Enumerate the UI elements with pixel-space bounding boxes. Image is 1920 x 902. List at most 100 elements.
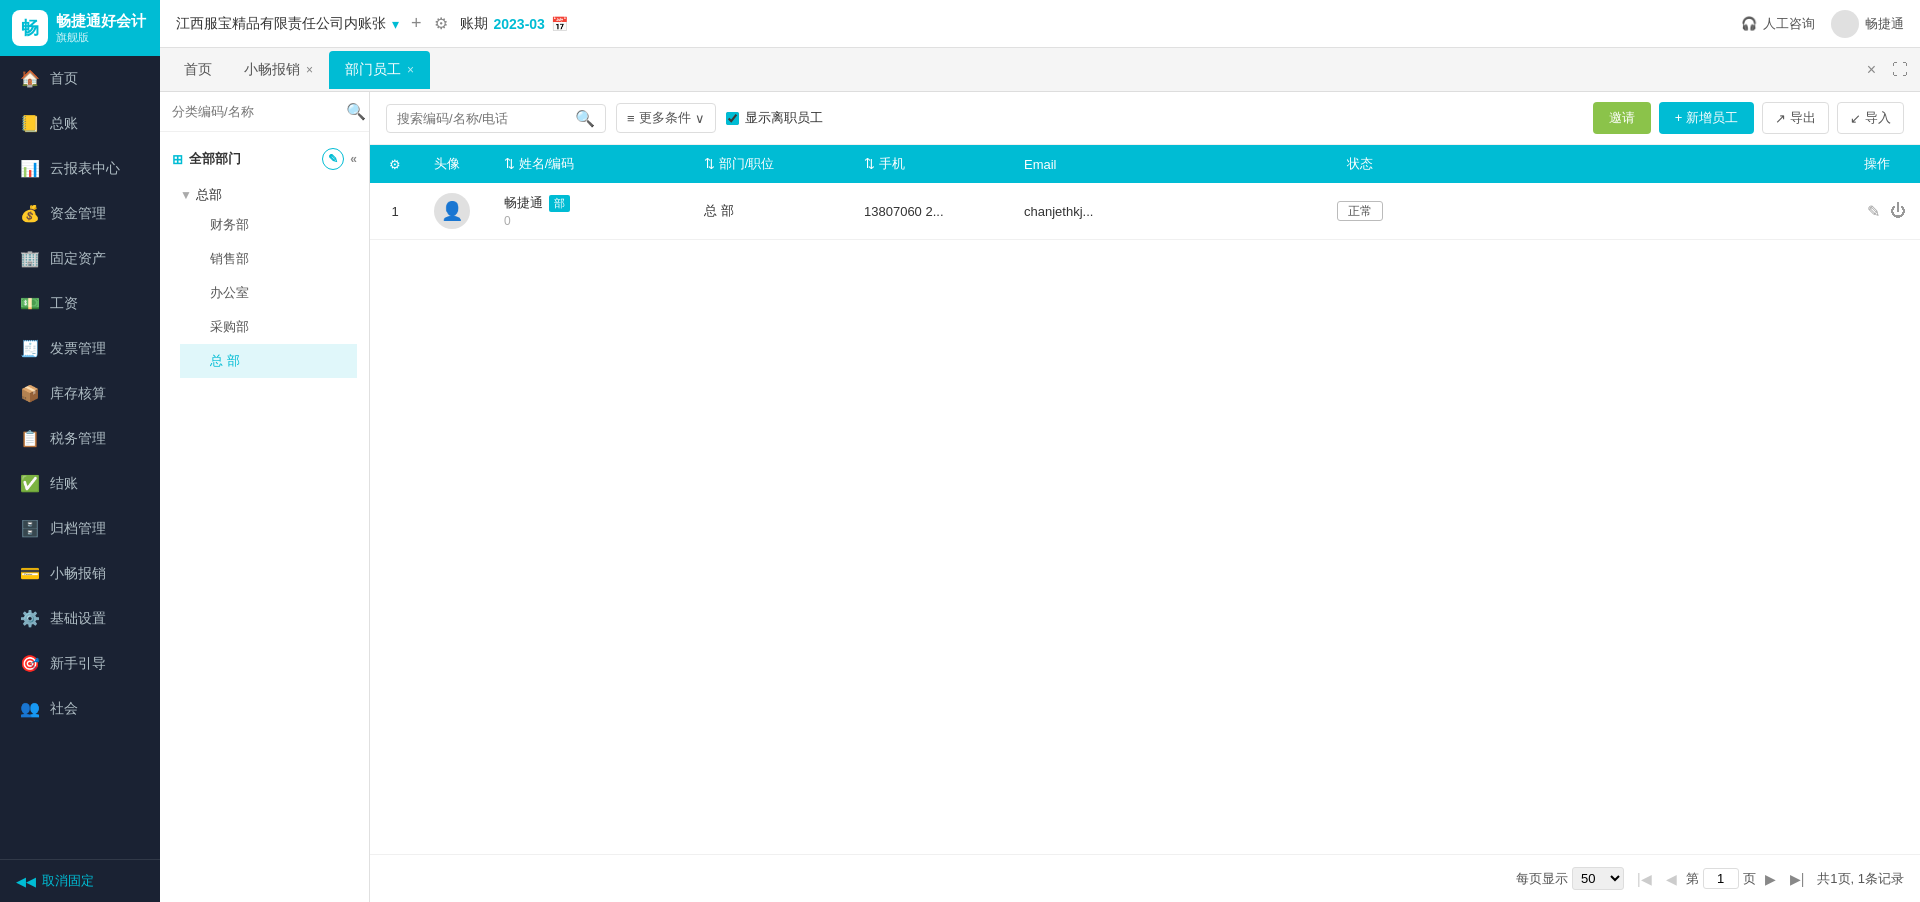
period-selector[interactable]: 账期 2023-03 📅 (460, 15, 568, 33)
employee-search-icon[interactable]: 🔍 (575, 109, 595, 128)
dept-collapse-button[interactable]: « (350, 152, 357, 166)
sidebar-item-ledger[interactable]: 📒 总账 (0, 101, 160, 146)
first-page-button[interactable]: |◀ (1632, 869, 1657, 889)
export-button[interactable]: ↗ 导出 (1762, 102, 1829, 134)
row-no: 1 (370, 183, 420, 240)
all-departments[interactable]: ⊞ 全部部门 ✎ « (160, 140, 369, 178)
logout-button[interactable]: ⏻ (1890, 202, 1906, 221)
sidebar-item-home[interactable]: 🏠 首页 (0, 56, 160, 101)
col-settings[interactable]: ⚙ (370, 145, 420, 183)
filter-label: 更多条件 (639, 109, 691, 127)
row-actions: ✎ ⏻ (1510, 183, 1920, 240)
tab-home[interactable]: 首页 (168, 51, 228, 89)
row-avatar: 👤 (420, 183, 490, 240)
sidebar: 畅 畅捷通好会计 旗舰版 🏠 首页 📒 总账 📊 云报表中心 💰 资金管理 🏢 … (0, 0, 160, 902)
tax-icon: 📋 (20, 429, 40, 448)
show-resigned-checkbox[interactable]: 显示离职员工 (726, 109, 823, 127)
dept-panel: 🔍 ⊞ 全部部门 ✎ « ▼ 总部 财务部 销售部 办公室 采购 (160, 92, 370, 902)
filter-button[interactable]: ≡ 更多条件 ∨ (616, 103, 716, 133)
dept-search-bar: 🔍 (160, 92, 369, 132)
sidebar-item-asset[interactable]: 🏢 固定资产 (0, 236, 160, 281)
employee-toolbar: 🔍 ≡ 更多条件 ∨ 显示离职员工 邀请 + 新增员工 ↗ 导出 (370, 92, 1920, 145)
per-page-select[interactable]: 50 100 200 (1572, 867, 1624, 890)
tab-dept-staff-label: 部门员工 (345, 61, 401, 79)
sidebar-item-report[interactable]: 📊 云报表中心 (0, 146, 160, 191)
sidebar-item-settings[interactable]: ⚙️ 基础设置 (0, 596, 160, 641)
col-dept[interactable]: ⇅ 部门/职位 (690, 145, 850, 183)
sidebar-item-guide[interactable]: 🎯 新手引导 (0, 641, 160, 686)
per-page-label: 每页显示 (1516, 870, 1568, 888)
inventory-icon: 📦 (20, 384, 40, 403)
prev-page-button[interactable]: ◀ (1661, 869, 1682, 889)
col-email: Email (1010, 145, 1210, 183)
dept-node-sales[interactable]: 销售部 (180, 242, 357, 276)
period-value: 2023-03 (494, 16, 545, 32)
sidebar-item-close[interactable]: ✅ 结账 (0, 461, 160, 506)
tab-expense-close[interactable]: × (306, 63, 313, 77)
dept-node-office[interactable]: 办公室 (180, 276, 357, 310)
sidebar-item-label: 云报表中心 (50, 160, 120, 178)
pagination: 每页显示 50 100 200 |◀ ◀ 第 页 ▶ ▶| 共1页, 1 (370, 854, 1920, 902)
show-resigned-label: 显示离职员工 (745, 109, 823, 127)
page-input[interactable] (1703, 868, 1739, 889)
sidebar-item-invoice[interactable]: 🧾 发票管理 (0, 326, 160, 371)
sidebar-nav: 🏠 首页 📒 总账 📊 云报表中心 💰 资金管理 🏢 固定资产 💵 工资 🧾 发… (0, 56, 160, 859)
dept-node-finance[interactable]: 财务部 (180, 208, 357, 242)
tab-dept-staff-close[interactable]: × (407, 63, 414, 77)
filter-icon: ≡ (627, 111, 635, 126)
dept-parent-total[interactable]: ▼ 总部 (180, 182, 357, 208)
edit-button[interactable]: ✎ (1867, 202, 1880, 221)
dept-edit-button[interactable]: ✎ (322, 148, 344, 170)
col-action: 操作 (1510, 145, 1920, 183)
asset-icon: 🏢 (20, 249, 40, 268)
grid-icon: ⊞ (172, 152, 183, 167)
tab-maximize-button[interactable]: ⛶ (1888, 57, 1912, 83)
sidebar-item-archive[interactable]: 🗄️ 归档管理 (0, 506, 160, 551)
tab-dept-staff[interactable]: 部门员工 × (329, 51, 430, 89)
tab-close-all-button[interactable]: × (1863, 57, 1880, 83)
sidebar-item-expense[interactable]: 💳 小畅报销 (0, 551, 160, 596)
content-area: 🔍 ⊞ 全部部门 ✎ « ▼ 总部 财务部 销售部 办公室 采购 (160, 92, 1920, 902)
sidebar-item-tax[interactable]: 📋 税务管理 (0, 416, 160, 461)
sidebar-item-label: 库存核算 (50, 385, 106, 403)
topbar-add-button[interactable]: + (411, 13, 422, 34)
dept-search-icon[interactable]: 🔍 (346, 102, 366, 121)
next-page-button[interactable]: ▶ (1760, 869, 1781, 889)
sidebar-item-fund[interactable]: 💰 资金管理 (0, 191, 160, 236)
person-icon: 👤 (441, 200, 463, 222)
topbar-settings-icon[interactable]: ⚙ (434, 14, 448, 33)
show-resigned-input[interactable] (726, 112, 739, 125)
invite-button[interactable]: 邀请 (1593, 102, 1651, 134)
company-selector[interactable]: 江西服宝精品有限责任公司内账张 ▾ (176, 15, 399, 33)
dept-node-general[interactable]: 总 部 (180, 344, 357, 378)
sidebar-item-social[interactable]: 👥 社会 (0, 686, 160, 731)
page-suffix: 页 (1743, 870, 1756, 888)
user-info[interactable]: 畅捷通 (1831, 10, 1904, 38)
calendar-icon: 📅 (551, 16, 568, 32)
sidebar-item-inventory[interactable]: 📦 库存核算 (0, 371, 160, 416)
status-badge: 正常 (1337, 201, 1383, 221)
col-name[interactable]: ⇅ 姓名/编码 (490, 145, 690, 183)
import-icon: ↙ (1850, 111, 1861, 126)
tab-expense-label: 小畅报销 (244, 61, 300, 79)
row-email: chanjethkj... (1010, 183, 1210, 240)
dept-node-purchase[interactable]: 采购部 (180, 310, 357, 344)
guide-icon: 🎯 (20, 654, 40, 673)
row-status: 正常 (1210, 183, 1510, 240)
employee-search-input[interactable] (397, 111, 569, 126)
last-page-button[interactable]: ▶| (1785, 869, 1810, 889)
consult-button[interactable]: 🎧 人工咨询 (1741, 15, 1815, 33)
sidebar-item-label: 结账 (50, 475, 78, 493)
tab-expense[interactable]: 小畅报销 × (228, 51, 329, 89)
cancel-fix-button[interactable]: ◀◀ 取消固定 (0, 859, 160, 902)
all-departments-label: 全部部门 (189, 150, 241, 168)
employee-table: ⚙ 头像 ⇅ 姓名/编码 ⇅ 部门/职位 (370, 145, 1920, 240)
name-badge: 畅捷通 部 (504, 194, 570, 212)
employee-name: 畅捷通 (504, 194, 543, 212)
sidebar-item-salary[interactable]: 💵 工资 (0, 281, 160, 326)
add-employee-button[interactable]: + 新增员工 (1659, 102, 1754, 134)
dept-search-input[interactable] (172, 104, 340, 119)
col-phone[interactable]: ⇅ 手机 (850, 145, 1010, 183)
import-button[interactable]: ↙ 导入 (1837, 102, 1904, 134)
logo-text-block: 畅捷通好会计 旗舰版 (56, 12, 146, 45)
